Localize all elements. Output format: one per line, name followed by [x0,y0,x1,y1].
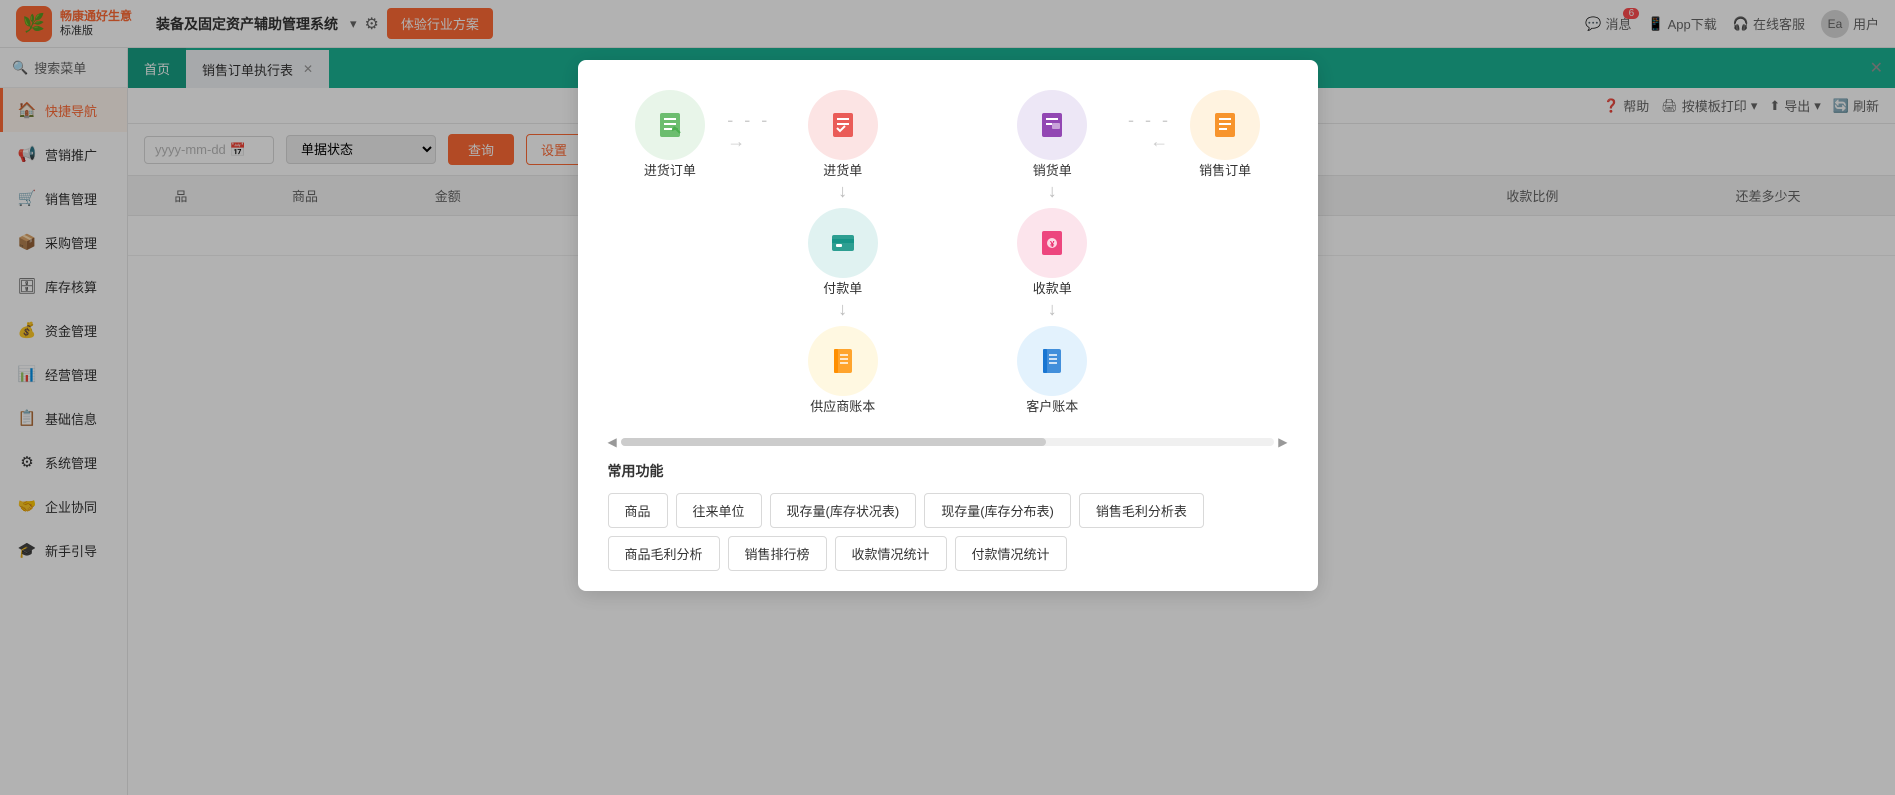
arrow-purchase-bill-down: ↓ [838,181,847,202]
scroll-left-arrow[interactable]: ◀ [608,435,617,449]
arrow-purchase-order-to-bill: - - - → [727,110,785,152]
arrow-payment-bill-down: ↓ [838,299,847,320]
receipt-bill-label: 收款单 [1033,278,1072,297]
func-btn-product-margin[interactable]: 商品毛利分析 [608,536,720,571]
modal-overlay[interactable]: 进货订单 - - - → 进货单 [0,0,1895,795]
flow-col-purchase-order: 进货订单 [618,90,723,179]
svg-text:¥: ¥ [1050,240,1055,249]
sales-order-circle [1190,90,1260,160]
arrow-sales-order-to-bill: - - - → [1110,110,1168,152]
func-btn-stock-status[interactable]: 现存量(库存状况表) [770,493,917,528]
common-functions: 常用功能 商品 往来单位 现存量(库存状况表) 现存量(库存分布表) 销售毛利分… [578,461,1318,591]
purchase-bill-circle [808,90,878,160]
sales-order-label: 销售订单 [1199,160,1251,179]
supplier-ledger-label: 供应商账本 [810,396,875,415]
scroll-thumb[interactable] [621,438,1046,446]
supplier-ledger-circle [808,326,878,396]
func-btn-product[interactable]: 商品 [608,493,668,528]
func-buttons: 商品 往来单位 现存量(库存状况表) 现存量(库存分布表) 销售毛利分析表 商品… [608,493,1288,571]
func-btn-receipt-stats[interactable]: 收款情况统计 [835,536,947,571]
func-btn-stock-dist[interactable]: 现存量(库存分布表) [924,493,1071,528]
func-btn-counterpart[interactable]: 往来单位 [676,493,762,528]
flow-col-purchase-bill: 进货单 ↓ 付款单 ↓ [790,90,895,415]
func-btn-sales-rank[interactable]: 销售排行榜 [728,536,827,571]
arrow-receipt-bill-down: ↓ [1048,299,1057,320]
payment-bill-label: 付款单 [823,278,862,297]
sales-bill-circle [1017,90,1087,160]
common-functions-title: 常用功能 [608,461,1288,481]
scroll-area: ◀ ▶ [578,435,1318,461]
purchase-order-circle [635,90,705,160]
purchase-order-label: 进货订单 [644,160,696,179]
purchase-bill-label: 进货单 [823,160,862,179]
flow-col-sales-order: 销售订单 [1173,90,1278,179]
workflow-area: 进货订单 - - - → 进货单 [578,60,1318,435]
flow-col-sales-bill: 销货单 ↓ ¥ 收款单 ↓ [1000,90,1105,415]
func-btn-payment-stats[interactable]: 付款情况统计 [955,536,1067,571]
scroll-right-arrow[interactable]: ▶ [1278,435,1287,449]
receipt-bill-circle: ¥ [1017,208,1087,278]
func-btn-sales-margin[interactable]: 销售毛利分析表 [1079,493,1204,528]
workflow-modal: 进货订单 - - - → 进货单 [578,60,1318,591]
arrow-sales-bill-down: ↓ [1048,181,1057,202]
customer-ledger-label: 客户账本 [1026,396,1078,415]
sales-bill-label: 销货单 [1033,160,1072,179]
payment-bill-circle [808,208,878,278]
customer-ledger-circle [1017,326,1087,396]
